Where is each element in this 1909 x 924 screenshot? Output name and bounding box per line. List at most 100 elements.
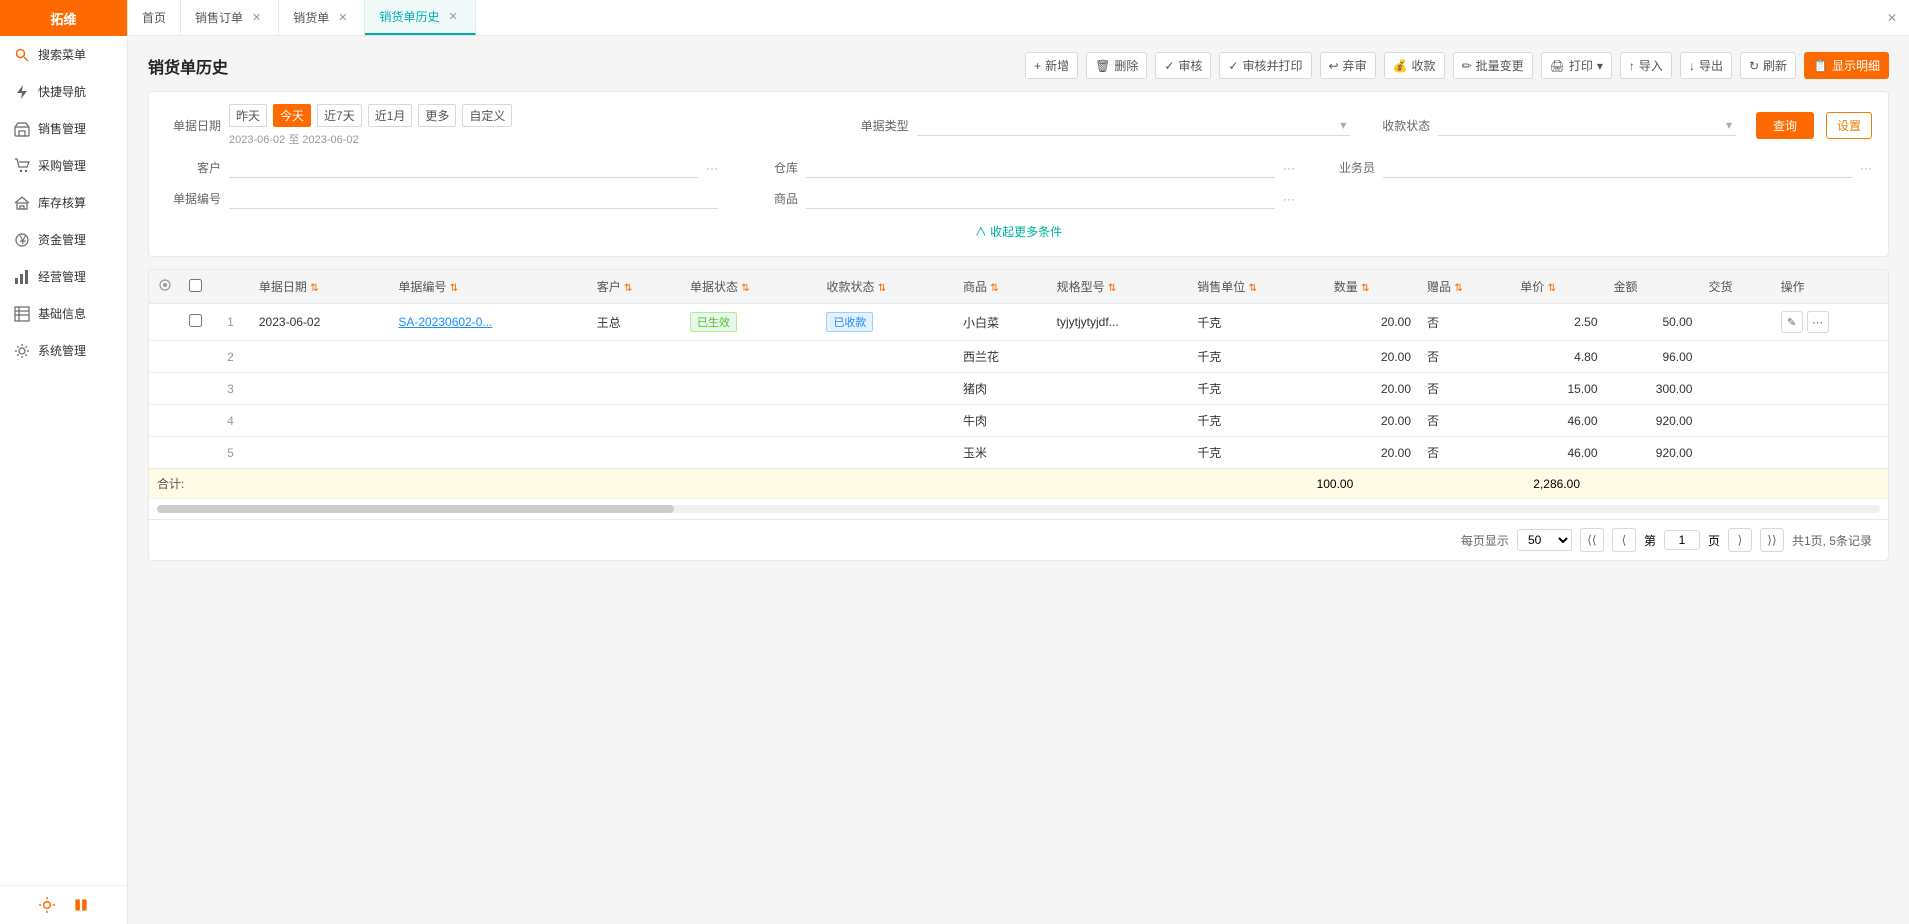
main-content: 首页 销售订单 ✕ 销货单 ✕ 销货单历史 ✕ ✕ 销货单历史 + 新增 — [128, 0, 1909, 924]
config-icon[interactable] — [158, 278, 172, 292]
row-goods: 牛肉 — [955, 405, 1049, 437]
sidebar-item-purchase-mgmt[interactable]: 采购管理 — [0, 147, 127, 184]
page-word: 第 — [1644, 532, 1656, 549]
staff-dots-icon[interactable]: ··· — [1860, 161, 1872, 175]
sidebar-item-inventory[interactable]: 库存核算 — [0, 184, 127, 221]
next-page-button[interactable]: ⟩ — [1728, 528, 1752, 552]
warehouse-dots-icon[interactable]: ··· — [1283, 161, 1295, 175]
pause-icon[interactable] — [72, 896, 90, 914]
date-btn-more[interactable]: 更多 — [418, 104, 456, 127]
date-btn-7days[interactable]: 近7天 — [317, 104, 362, 127]
doc-type-select[interactable]: ▾ — [917, 115, 1351, 136]
discard-button[interactable]: ↩ 弃审 — [1320, 52, 1376, 79]
filter-row-1: 单据日期 昨天 今天 近7天 近1月 更多 自定义 2023-06-02 至 2… — [165, 104, 1872, 147]
th-gift[interactable]: 赠品 ⇅ — [1419, 270, 1512, 304]
row-price: 2.50 — [1512, 304, 1605, 341]
date-btn-1month[interactable]: 近1月 — [368, 104, 413, 127]
more-action-button[interactable]: ⋯ — [1807, 311, 1829, 333]
prev-page-button[interactable]: ⟨ — [1612, 528, 1636, 552]
show-detail-button[interactable]: 📋 显示明细 — [1804, 52, 1889, 79]
row-gift: 否 — [1419, 373, 1512, 405]
audit-button[interactable]: ✓ 审核 — [1155, 52, 1211, 79]
row-config-cell — [149, 437, 181, 469]
th-qty[interactable]: 数量 ⇅ — [1326, 270, 1419, 304]
row-amount: 96.00 — [1606, 341, 1701, 373]
th-unit[interactable]: 销售单位 ⇅ — [1189, 270, 1326, 304]
horizontal-scrollbar[interactable] — [157, 505, 1880, 513]
sort-icon: ⇅ — [990, 283, 998, 294]
filter-item-customer: 客户 ··· — [165, 157, 718, 178]
collect-button[interactable]: 💰 收款 — [1384, 52, 1445, 79]
first-page-button[interactable]: ⟨⟨ — [1580, 528, 1604, 552]
tab-close-icon[interactable]: ✕ — [249, 10, 264, 25]
tab-close-icon[interactable]: ✕ — [335, 10, 350, 25]
date-btn-custom[interactable]: 自定义 — [462, 104, 512, 127]
last-page-button[interactable]: ⟩⟩ — [1760, 528, 1784, 552]
sidebar-item-sales-mgmt[interactable]: 销售管理 — [0, 110, 127, 147]
batch-change-button[interactable]: ✏ 批量变更 — [1453, 52, 1533, 79]
customer-dots-icon[interactable]: ··· — [706, 161, 718, 175]
row-actions — [1773, 437, 1888, 469]
th-spec[interactable]: 规格型号 ⇅ — [1049, 270, 1190, 304]
goods-dots-icon[interactable]: ··· — [1283, 192, 1295, 206]
th-docstatus[interactable]: 单据状态 ⇅ — [682, 270, 819, 304]
sidebar-item-label: 系统管理 — [38, 342, 86, 359]
date-btn-today[interactable]: 今天 — [273, 104, 311, 127]
date-btn-yesterday[interactable]: 昨天 — [229, 104, 267, 127]
row-spec — [1049, 405, 1190, 437]
row-collectstatus — [818, 437, 955, 469]
tab-sales-delivery[interactable]: 销货单 ✕ — [279, 0, 365, 35]
edit-action-button[interactable]: ✎ — [1781, 311, 1803, 333]
row-config-cell — [149, 373, 181, 405]
audit-print-button[interactable]: ✓ 审核并打印 — [1219, 52, 1311, 79]
sidebar-item-search-menu[interactable]: 搜索菜单 — [0, 36, 127, 73]
sidebar-item-label: 采购管理 — [38, 157, 86, 174]
staff-input[interactable] — [1383, 157, 1852, 178]
warehouse-input[interactable] — [806, 157, 1275, 178]
sidebar-item-system-mgmt[interactable]: 系统管理 — [0, 332, 127, 369]
sidebar-item-basic-info[interactable]: 基础信息 — [0, 295, 127, 332]
refresh-button[interactable]: ↻ 刷新 — [1740, 52, 1796, 79]
th-docno[interactable]: 单据编号 ⇅ — [390, 270, 588, 304]
sidebar-item-operation[interactable]: 经营管理 — [0, 258, 127, 295]
customer-input[interactable] — [229, 157, 698, 178]
row-goods: 玉米 — [955, 437, 1049, 469]
goods-input[interactable] — [806, 188, 1275, 209]
sidebar-item-finance[interactable]: ¥ 资金管理 — [0, 221, 127, 258]
select-all-checkbox[interactable] — [189, 279, 202, 292]
print-button[interactable]: 🖨 打印 ▾ — [1541, 52, 1612, 79]
th-collectstatus[interactable]: 收款状态 ⇅ — [818, 270, 955, 304]
th-customer[interactable]: 客户 ⇅ — [589, 270, 682, 304]
tabs-end-close-icon[interactable]: ✕ — [1875, 11, 1909, 25]
delete-button[interactable]: 🗑 删除 — [1086, 52, 1147, 79]
th-goods[interactable]: 商品 ⇅ — [955, 270, 1049, 304]
tab-sales-history[interactable]: 销货单历史 ✕ — [365, 0, 475, 35]
collect-status-select[interactable]: ▾ — [1438, 115, 1736, 136]
settings-bottom-icon[interactable] — [38, 896, 56, 914]
th-date[interactable]: 单据日期 ⇅ — [251, 270, 390, 304]
sidebar-item-quick-nav[interactable]: 快捷导航 — [0, 73, 127, 110]
staff-label: 业务员 — [1319, 159, 1375, 176]
th-price[interactable]: 单价 ⇅ — [1512, 270, 1605, 304]
import-button[interactable]: ↑ 导入 — [1620, 52, 1672, 79]
add-button[interactable]: + 新增 — [1025, 52, 1078, 79]
export-button[interactable]: ↓ 导出 — [1680, 52, 1732, 79]
tab-home[interactable]: 首页 — [128, 0, 181, 35]
collapse-button[interactable]: ∧ 收起更多条件 — [165, 219, 1872, 244]
page-number-input[interactable] — [1664, 530, 1700, 550]
query-button[interactable]: 查询 — [1756, 112, 1814, 139]
row-checkbox[interactable] — [189, 314, 202, 327]
collect-status-badge: 已收款 — [826, 312, 873, 332]
tab-close-icon[interactable]: ✕ — [446, 9, 461, 24]
settings-filter-button[interactable]: 设置 — [1826, 112, 1872, 139]
row-docstatus — [682, 405, 819, 437]
bar-chart-icon — [14, 269, 30, 285]
docno-link[interactable]: SA-20230602-0... — [398, 315, 492, 329]
row-spec — [1049, 437, 1190, 469]
row-goods: 小白菜 — [955, 304, 1049, 341]
docno-input[interactable] — [229, 188, 718, 209]
page-size-select[interactable]: 50 100 — [1517, 529, 1572, 551]
summary-qty: 100.00 — [1317, 477, 1354, 491]
row-actions — [1773, 405, 1888, 437]
tab-sales-order[interactable]: 销售订单 ✕ — [181, 0, 279, 35]
